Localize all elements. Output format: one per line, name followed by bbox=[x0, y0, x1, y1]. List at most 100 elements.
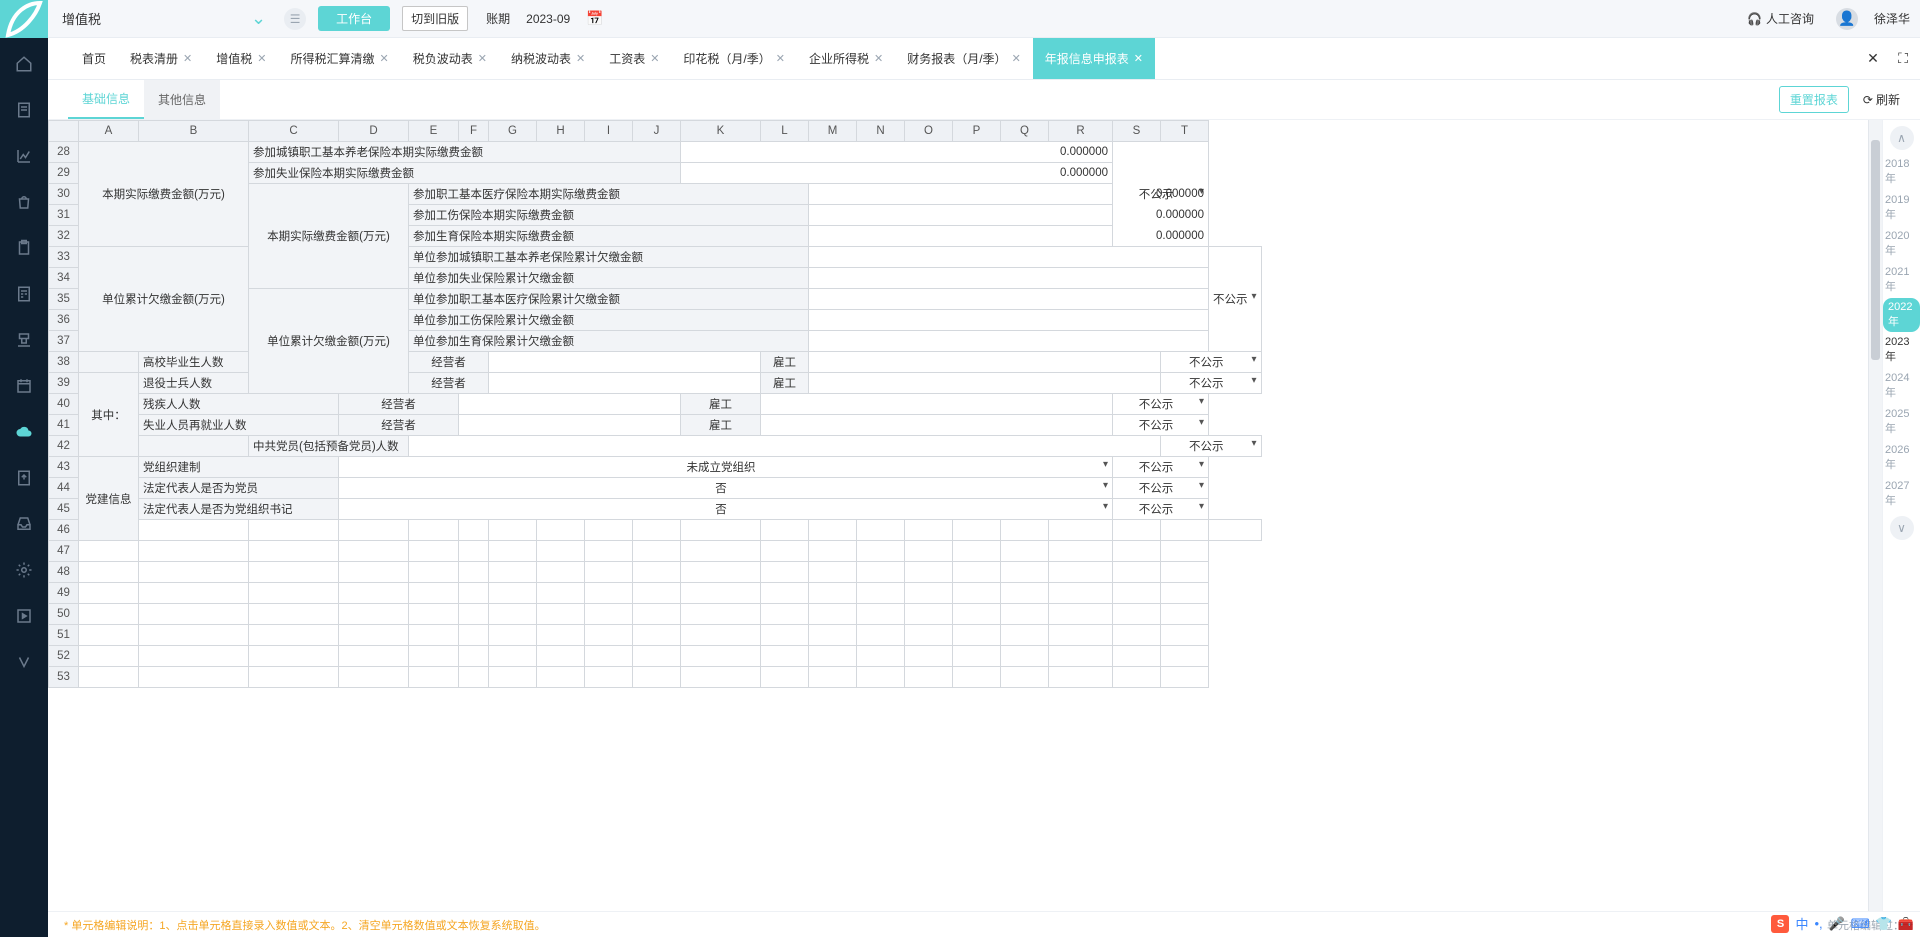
row-header[interactable]: 38 bbox=[49, 352, 79, 373]
col-header[interactable]: L bbox=[761, 121, 809, 142]
year-2022年[interactable]: 2022年 bbox=[1883, 298, 1920, 332]
col-header[interactable]: Q bbox=[1001, 121, 1049, 142]
row-header[interactable]: 31 bbox=[49, 205, 79, 226]
tab-close-icon[interactable]: ✕ bbox=[650, 52, 659, 65]
workbench-button[interactable]: 工作台 bbox=[318, 6, 390, 31]
tab-2[interactable]: 增值税✕ bbox=[204, 38, 278, 79]
col-header[interactable]: P bbox=[953, 121, 1001, 142]
col-header[interactable]: G bbox=[489, 121, 537, 142]
row-header[interactable]: 28 bbox=[49, 142, 79, 163]
row-header[interactable]: 35 bbox=[49, 289, 79, 310]
subtab-other-info[interactable]: 其他信息 bbox=[144, 80, 220, 119]
user-avatar-icon[interactable]: 👤 bbox=[1836, 8, 1858, 30]
col-header[interactable]: K bbox=[681, 121, 761, 142]
tab-close-icon[interactable]: ✕ bbox=[874, 52, 883, 65]
col-header[interactable]: H bbox=[537, 121, 585, 142]
row-header[interactable]: 45 bbox=[49, 499, 79, 520]
tab-expand-icon[interactable]: ⛶ bbox=[1892, 48, 1914, 70]
consult-link[interactable]: 🎧 人工咨询 bbox=[1747, 10, 1814, 27]
nav-settings-icon[interactable] bbox=[12, 558, 36, 582]
subtab-basic-info[interactable]: 基础信息 bbox=[68, 80, 144, 119]
nav-chart-icon[interactable] bbox=[12, 144, 36, 168]
refresh-button[interactable]: ⟳ 刷新 bbox=[1863, 91, 1900, 108]
nav-stamp-icon[interactable] bbox=[12, 328, 36, 352]
tab-close-icon[interactable]: ✕ bbox=[1134, 52, 1143, 65]
year-2026年[interactable]: 2026年 bbox=[1883, 440, 1920, 476]
vertical-scrollbar[interactable] bbox=[1868, 120, 1882, 911]
col-header[interactable]: E bbox=[409, 121, 459, 142]
tab-close-icon[interactable]: ✕ bbox=[776, 52, 785, 65]
ime-toolbox-icon[interactable]: 🧰 bbox=[1898, 916, 1914, 932]
year-2018年[interactable]: 2018年 bbox=[1883, 154, 1920, 190]
nav-calc-icon[interactable] bbox=[12, 282, 36, 306]
tab-close-icon[interactable]: ✕ bbox=[478, 52, 487, 65]
nav-home-icon[interactable] bbox=[12, 52, 36, 76]
ime-logo-icon[interactable]: S bbox=[1771, 915, 1789, 933]
col-header[interactable]: R bbox=[1049, 121, 1113, 142]
year-2021年[interactable]: 2021年 bbox=[1883, 262, 1920, 298]
ime-mic-icon[interactable]: 🎤 bbox=[1829, 916, 1845, 932]
nav-cloud-icon[interactable] bbox=[12, 420, 36, 444]
row-header[interactable]: 41 bbox=[49, 415, 79, 436]
row-header[interactable]: 29 bbox=[49, 163, 79, 184]
col-header[interactable]: I bbox=[585, 121, 633, 142]
header-list-icon[interactable]: ☰ bbox=[284, 8, 306, 30]
row-header[interactable]: 39 bbox=[49, 373, 79, 394]
ime-punct-icon[interactable]: •, bbox=[1815, 916, 1823, 931]
col-header[interactable]: T bbox=[1161, 121, 1209, 142]
nav-v-icon[interactable] bbox=[12, 650, 36, 674]
nav-doc-icon[interactable] bbox=[12, 98, 36, 122]
tab-close-icon[interactable]: ✕ bbox=[1012, 52, 1021, 65]
tab-6[interactable]: 工资表✕ bbox=[597, 38, 671, 79]
period-value[interactable]: 2023-09 bbox=[526, 12, 570, 26]
nav-clipboard-icon[interactable] bbox=[12, 236, 36, 260]
tab-close-icon[interactable]: ✕ bbox=[576, 52, 585, 65]
year-2019年[interactable]: 2019年 bbox=[1883, 190, 1920, 226]
tab-8[interactable]: 企业所得税✕ bbox=[797, 38, 895, 79]
tab-close-icon[interactable]: ✕ bbox=[257, 52, 266, 65]
col-header[interactable]: F bbox=[459, 121, 489, 142]
tab-9[interactable]: 财务报表（月/季）✕ bbox=[895, 38, 1033, 79]
col-header[interactable]: A bbox=[79, 121, 139, 142]
row-header[interactable]: 44 bbox=[49, 478, 79, 499]
col-header[interactable]: B bbox=[139, 121, 249, 142]
nav-bag-icon[interactable] bbox=[12, 190, 36, 214]
tab-4[interactable]: 税负波动表✕ bbox=[401, 38, 499, 79]
reset-report-button[interactable]: 重置报表 bbox=[1779, 86, 1849, 113]
year-2023年[interactable]: 2023年 bbox=[1883, 332, 1920, 368]
row-header[interactable]: 36 bbox=[49, 310, 79, 331]
col-header[interactable]: M bbox=[809, 121, 857, 142]
tab-3[interactable]: 所得税汇算清缴✕ bbox=[278, 38, 400, 79]
row-header[interactable]: 43 bbox=[49, 457, 79, 478]
tab-5[interactable]: 纳税波动表✕ bbox=[499, 38, 597, 79]
ime-skin-icon[interactable]: 👕 bbox=[1876, 916, 1892, 932]
tab-1[interactable]: 税表清册✕ bbox=[118, 38, 204, 79]
year-2025年[interactable]: 2025年 bbox=[1883, 404, 1920, 440]
row-header[interactable]: 40 bbox=[49, 394, 79, 415]
old-version-button[interactable]: 切到旧版 bbox=[402, 6, 468, 31]
row-header[interactable]: 34 bbox=[49, 268, 79, 289]
nav-inbox-icon[interactable] bbox=[12, 512, 36, 536]
col-header[interactable]: S bbox=[1113, 121, 1161, 142]
col-header[interactable]: D bbox=[339, 121, 409, 142]
year-down-icon[interactable]: ∨ bbox=[1890, 516, 1914, 540]
ime-lang-icon[interactable]: 中 bbox=[1795, 914, 1808, 933]
calendar-icon[interactable]: 📅 bbox=[586, 10, 603, 27]
tab-close-icon[interactable]: ✕ bbox=[380, 52, 389, 65]
nav-export-icon[interactable] bbox=[12, 466, 36, 490]
tab-10[interactable]: 年报信息申报表✕ bbox=[1033, 38, 1155, 79]
nav-play-icon[interactable] bbox=[12, 604, 36, 628]
company-dropdown[interactable]: 增值税 ⌄ bbox=[62, 8, 266, 29]
year-2020年[interactable]: 2020年 bbox=[1883, 226, 1920, 262]
tab-close-all-icon[interactable]: ✕ bbox=[1862, 48, 1884, 70]
ime-keyboard-icon[interactable]: ⌨ bbox=[1851, 916, 1870, 932]
year-2027年[interactable]: 2027年 bbox=[1883, 476, 1920, 512]
year-2024年[interactable]: 2024年 bbox=[1883, 368, 1920, 404]
col-header[interactable]: C bbox=[249, 121, 339, 142]
col-header[interactable]: O bbox=[905, 121, 953, 142]
col-header[interactable]: J bbox=[633, 121, 681, 142]
row-header[interactable]: 33 bbox=[49, 247, 79, 268]
tab-0[interactable]: 首页 bbox=[70, 38, 118, 79]
nav-calendar-icon[interactable] bbox=[12, 374, 36, 398]
row-header[interactable]: 37 bbox=[49, 331, 79, 352]
